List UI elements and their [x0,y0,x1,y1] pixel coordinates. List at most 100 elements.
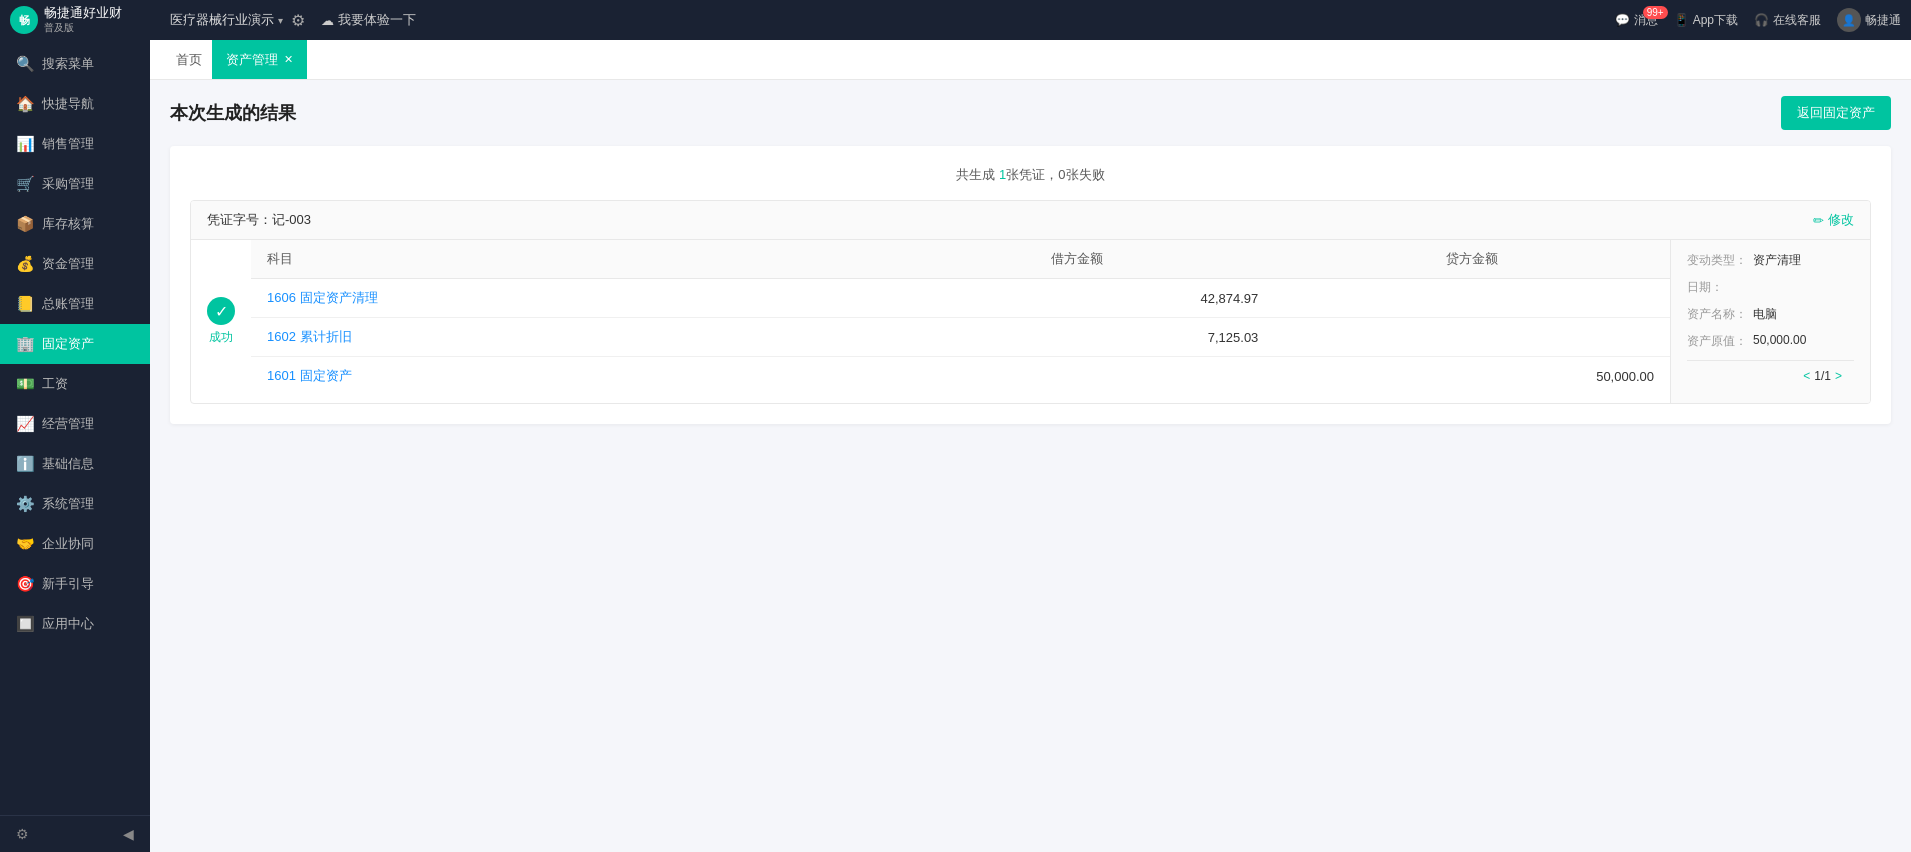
company-selector[interactable]: 医疗器械行业演示 ▾ [170,11,283,29]
success-icon: ✓ [207,297,235,325]
sidebar-item-label: 销售管理 [42,135,94,153]
cart-icon: 🛒 [16,175,34,193]
voucher-side: 变动类型： 资产清理 日期： 资产名称： 电脑 [1670,240,1870,403]
sidebar-item-coop[interactable]: 🤝 企业协同 [0,524,150,564]
company-name: 医疗器械行业演示 [170,11,274,29]
close-icon[interactable]: ✕ [284,53,293,66]
username-label: 畅捷通 [1865,12,1901,29]
sidebar-footer: ⚙ ◀ [0,815,150,852]
sidebar-item-search[interactable]: 🔍 搜索菜单 [0,44,150,84]
sidebar-item-label: 固定资产 [42,335,94,353]
sidebar-item-label: 经营管理 [42,415,94,433]
sidebar-item-ops[interactable]: 📈 经营管理 [0,404,150,444]
download-icon: 📱 [1674,13,1689,27]
status-cell: ✓ 成功 [191,240,251,403]
avatar: 👤 [1837,8,1861,32]
logo-sub: 普及版 [44,21,122,35]
sidebar-item-ledger[interactable]: 📒 总账管理 [0,284,150,324]
search-icon: 🔍 [16,55,34,73]
sidebar: 🔍 搜索菜单 🏠 快捷导航 📊 销售管理 🛒 采购管理 📦 库存核算 💰 [0,40,150,852]
money-icon: 💰 [16,255,34,273]
edit-icon: ✏ [1813,213,1824,228]
tab-home[interactable]: 首页 [166,40,212,79]
sidebar-item-label: 企业协同 [42,535,94,553]
cloud-icon: ☁ [321,13,334,28]
user-area[interactable]: 👤 畅捷通 [1837,8,1901,32]
messages-button[interactable]: 💬 消息 99+ [1615,12,1658,29]
sidebar-item-label: 资金管理 [42,255,94,273]
return-button[interactable]: 返回固定资产 [1781,96,1891,130]
sidebar-item-payroll[interactable]: 💵 工资 [0,364,150,404]
sidebar-item-label: 系统管理 [42,495,94,513]
status-text: 成功 [209,329,233,346]
handshake-icon: 🤝 [16,535,34,553]
tab-asset-mgmt[interactable]: 资产管理 ✕ [212,40,307,79]
online-service-button[interactable]: 🎧 在线客服 [1754,12,1821,29]
sidebar-item-guide[interactable]: 🎯 新手引导 [0,564,150,604]
sidebar-item-label: 库存核算 [42,215,94,233]
logo-area: 畅 畅捷通好业财 普及版 [10,5,160,35]
logo-icon: 畅 [10,6,38,34]
prev-page-button[interactable]: < [1803,369,1810,383]
next-page-button[interactable]: > [1835,369,1842,383]
date-label: 日期： [1687,279,1723,296]
subject-cell: 1606 固定资产清理 [251,279,879,318]
sidebar-collapse-icon[interactable]: ◀ [123,826,134,842]
sidebar-item-label: 总账管理 [42,295,94,313]
fail-count: 0 [1058,167,1065,182]
ops-icon: 📈 [16,415,34,433]
logo-text: 畅捷通好业财 [44,5,122,21]
sidebar-settings-icon[interactable]: ⚙ [16,826,29,842]
result-summary: 共生成 1张凭证，0张失败 [190,166,1871,184]
col-subject: 科目 [251,240,879,279]
sidebar-item-inventory[interactable]: 📦 库存核算 [0,204,150,244]
gear-icon: ⚙️ [16,495,34,513]
tab-label: 资产管理 [226,51,278,69]
sidebar-item-finance[interactable]: 💰 资金管理 [0,244,150,284]
page-indicator: 1/1 [1814,369,1831,383]
voucher-block: 凭证字号：记-003 ✏ 修改 ✓ 成功 [190,200,1871,404]
sidebar-item-label: 基础信息 [42,455,94,473]
table-row: 1601 固定资产 50,000.00 [251,357,1670,396]
sidebar-item-label: 应用中心 [42,615,94,633]
chevron-down-icon: ▾ [278,15,283,26]
sidebar-item-system[interactable]: ⚙️ 系统管理 [0,484,150,524]
tab-bar: 首页 资产管理 ✕ [150,40,1911,80]
voucher-table: 科目 借方金额 贷方金额 1606 固定资产清理 42,874.97 [251,240,1670,395]
content-area: 首页 资产管理 ✕ 本次生成的结果 返回固定资产 共生成 1张凭证，0张失败 凭… [150,40,1911,852]
pagination-row: < 1/1 > [1687,360,1854,391]
voucher-count: 1 [999,167,1006,182]
original-value-value: 50,000.00 [1753,333,1806,350]
voucher-number: 凭证字号：记-003 [207,211,311,229]
sidebar-item-quick-nav[interactable]: 🏠 快捷导航 [0,84,150,124]
message-icon: 💬 [1615,13,1630,27]
page-title-row: 本次生成的结果 返回固定资产 [170,96,1891,130]
chart-icon: 📊 [16,135,34,153]
sidebar-item-sales[interactable]: 📊 销售管理 [0,124,150,164]
main-layout: 🔍 搜索菜单 🏠 快捷导航 📊 销售管理 🛒 采购管理 📦 库存核算 💰 [0,40,1911,852]
edit-button[interactable]: ✏ 修改 [1813,211,1854,229]
sidebar-item-basic-info[interactable]: ℹ️ 基础信息 [0,444,150,484]
top-header: 畅 畅捷通好业财 普及版 医疗器械行业演示 ▾ ⚙ ☁ 我要体验一下 💬 消息 … [0,0,1911,40]
box-icon: 📦 [16,215,34,233]
right-actions: 💬 消息 99+ 📱 App下载 🎧 在线客服 👤 畅捷通 [1615,8,1901,32]
sidebar-item-purchase[interactable]: 🛒 采购管理 [0,164,150,204]
sidebar-item-fixed-assets[interactable]: 🏢 固定资产 [0,324,150,364]
settings-icon[interactable]: ⚙ [291,11,305,30]
result-card: 共生成 1张凭证，0张失败 凭证字号：记-003 ✏ 修改 [170,146,1891,424]
sidebar-item-app-center[interactable]: 🔲 应用中心 [0,604,150,644]
asset-name-item: 资产名称： 电脑 [1687,306,1854,323]
credit-cell: 50,000.00 [1274,357,1670,396]
nav-list: 🔍 搜索菜单 🏠 快捷导航 📊 销售管理 🛒 采购管理 📦 库存核算 💰 [0,40,150,815]
try-button[interactable]: ☁ 我要体验一下 [321,11,416,29]
credit-cell [1274,318,1670,357]
change-type-value: 资产清理 [1753,252,1801,269]
page-title: 本次生成的结果 [170,101,296,125]
table-row: 1602 累计折旧 7,125.03 [251,318,1670,357]
asset-name-value: 电脑 [1753,306,1777,323]
voucher-body: ✓ 成功 科目 借方金额 贷方金额 [191,240,1870,403]
book-icon: 📒 [16,295,34,313]
voucher-header: 凭证字号：记-003 ✏ 修改 [191,201,1870,240]
app-download-button[interactable]: 📱 App下载 [1674,12,1738,29]
change-type-label: 变动类型： [1687,252,1747,269]
